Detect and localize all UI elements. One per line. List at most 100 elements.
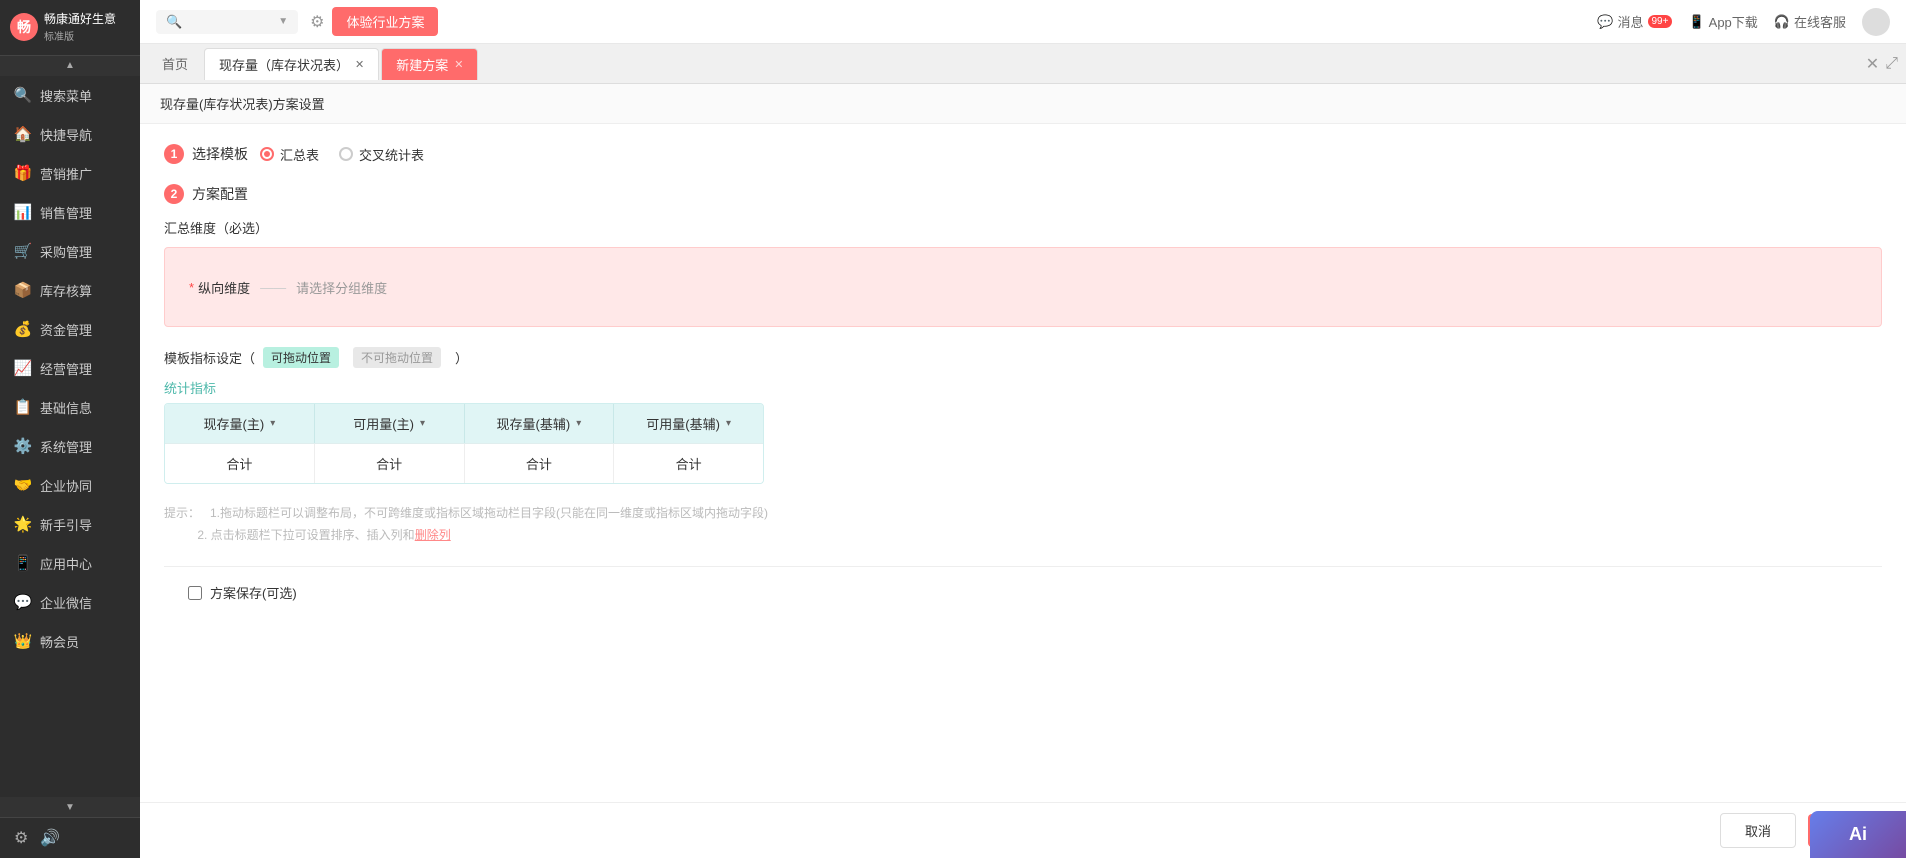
step2-header: 2 方案配置 xyxy=(164,184,1882,204)
header-right-area: 💬 消息 99 📱 App下载 🎧 在线客服 xyxy=(1597,8,1890,36)
tab-new-scheme[interactable]: 新建方案 ✕ xyxy=(381,48,478,80)
step2-section: 2 方案配置 汇总维度（必选） * 纵向维度 —— 请选择分组维度 xyxy=(164,184,1882,546)
chart-icon: 📊 xyxy=(14,203,32,221)
sidebar-item-label: 采购管理 xyxy=(40,242,92,261)
sidebar-item-label: 畅会员 xyxy=(40,632,79,651)
cart-icon: 🛒 xyxy=(14,242,32,260)
sidebar-item-app-center[interactable]: 📱 应用中心 xyxy=(0,544,140,583)
ai-assistant-bubble[interactable]: Ai xyxy=(1810,811,1906,858)
sidebar-item-system[interactable]: ⚙️ 系统管理 xyxy=(0,427,140,466)
radio-cross-circle xyxy=(339,147,353,161)
radio-cross-label: 交叉统计表 xyxy=(359,145,424,164)
sidebar-item-quick-nav[interactable]: 🏠 快捷导航 xyxy=(0,115,140,154)
message-button[interactable]: 💬 消息 99 xyxy=(1597,12,1672,31)
col3-dropdown-icon[interactable]: ▾ xyxy=(726,418,731,429)
step1-header: 1 选择模板 汇总表 交叉统计表 xyxy=(164,144,1882,164)
content-area: 现存量(库存状况表)方案设置 1 选择模板 汇总表 xyxy=(140,84,1906,802)
tab-home[interactable]: 首页 xyxy=(148,48,202,79)
footer-bar: 取消 查询 xyxy=(140,802,1906,858)
sidebar-item-purchase[interactable]: 🛒 采购管理 xyxy=(0,232,140,271)
gift-icon: 🎁 xyxy=(14,164,32,182)
sidebar-item-member[interactable]: 👑 畅会员 xyxy=(0,622,140,661)
sidebar-item-finance[interactable]: 💰 资金管理 xyxy=(0,310,140,349)
template-radio-group: 汇总表 交叉统计表 xyxy=(260,145,424,164)
save-scheme-checkbox[interactable] xyxy=(188,586,202,600)
sidebar-item-wechat[interactable]: 💬 企业微信 xyxy=(0,583,140,622)
tab-inventory-label: 现存量（库存状况表） xyxy=(219,55,349,74)
tab-inventory-close[interactable]: ✕ xyxy=(355,58,364,71)
sidebar-item-inventory[interactable]: 📦 库存核算 xyxy=(0,271,140,310)
sidebar-item-label: 营销推广 xyxy=(40,164,92,183)
sidebar-item-sales[interactable]: 📊 销售管理 xyxy=(0,193,140,232)
search-input[interactable] xyxy=(188,15,268,29)
table-header-col-2[interactable]: 现存量(基辅) ▾ xyxy=(465,404,615,443)
scheme-container: 1 选择模板 汇总表 交叉统计表 xyxy=(140,124,1906,638)
sidebar-item-search[interactable]: 🔍 搜索菜单 xyxy=(0,76,140,115)
trial-industry-button[interactable]: 体验行业方案 xyxy=(332,7,438,36)
money-icon: 💰 xyxy=(14,320,32,338)
handshake-icon: 🤝 xyxy=(14,476,32,494)
dimension-label: 汇总维度（必选） xyxy=(164,218,1882,237)
message-badge: 99 xyxy=(1648,15,1673,28)
clipboard-icon: 📋 xyxy=(14,398,32,416)
sidebar-item-label: 新手引导 xyxy=(40,515,92,534)
sidebar-item-operation[interactable]: 📈 经营管理 xyxy=(0,349,140,388)
sidebar-item-label: 基础信息 xyxy=(40,398,92,417)
settings-gear-icon[interactable]: ⚙ xyxy=(310,12,324,32)
dimension-required-mark: * xyxy=(189,280,194,295)
sidebar-item-label: 库存核算 xyxy=(40,281,92,300)
table-cell-0-1: 合计 xyxy=(315,444,465,483)
sidebar-item-cooperation[interactable]: 🤝 企业协同 xyxy=(0,466,140,505)
indicator-label-end: ） xyxy=(455,348,468,367)
app-download-button[interactable]: 📱 App下载 xyxy=(1688,12,1757,31)
table-header-row: 现存量(主) ▾ 可用量(主) ▾ 现存量(基辅) ▾ xyxy=(165,404,763,443)
mobile-icon: 📱 xyxy=(14,554,32,572)
tips-line-2: 2. 点击标题栏下拉可设置排序、插入列和删除列 xyxy=(164,525,1882,547)
indicator-label-row: 模板指标设定（ 可拖动位置 不可拖动位置 ） xyxy=(164,347,1882,368)
tab-controls: ✕ ⤢ xyxy=(1866,44,1906,84)
tab-expand-button[interactable]: ⤢ xyxy=(1885,55,1898,73)
crown-icon: 👑 xyxy=(14,632,32,650)
tab-new-scheme-close[interactable]: ✕ xyxy=(454,58,463,71)
cancel-button[interactable]: 取消 xyxy=(1720,813,1796,848)
tab-close-all-button[interactable]: ✕ xyxy=(1866,54,1879,74)
tab-inventory-status[interactable]: 现存量（库存状况表） ✕ xyxy=(204,48,379,80)
tips-delete-link[interactable]: 删除列 xyxy=(415,528,451,542)
sidebar-item-basic-info[interactable]: 📋 基础信息 xyxy=(0,388,140,427)
table-header-col-0[interactable]: 现存量(主) ▾ xyxy=(165,404,315,443)
ai-label: Ai xyxy=(1849,824,1867,845)
sidebar-scroll-down[interactable]: ▼ xyxy=(0,797,140,817)
header-search-box[interactable]: 🔍 ▼ xyxy=(156,10,298,34)
search-icon-header: 🔍 xyxy=(166,14,182,30)
col1-dropdown-icon[interactable]: ▾ xyxy=(420,418,425,429)
user-avatar[interactable] xyxy=(1862,8,1890,36)
radio-cross[interactable]: 交叉统计表 xyxy=(339,145,424,164)
dimension-box[interactable]: * 纵向维度 —— 请选择分组维度 xyxy=(164,247,1882,327)
search-dropdown-icon[interactable]: ▼ xyxy=(278,16,288,27)
table-cell-0-3: 合计 xyxy=(614,444,763,483)
online-service-button[interactable]: 🎧 在线客服 xyxy=(1774,12,1846,31)
star-icon: 🌟 xyxy=(14,515,32,533)
sidebar: 畅 畅康通好生意 标准版 ▲ 🔍 搜索菜单 🏠 快捷导航 🎁 营销推广 📊 销售… xyxy=(0,0,140,858)
sidebar-item-label: 企业微信 xyxy=(40,593,92,612)
radio-summary[interactable]: 汇总表 xyxy=(260,145,319,164)
app-download-label: App下载 xyxy=(1709,12,1758,31)
home-icon: 🏠 xyxy=(14,125,32,143)
sidebar-scroll-up[interactable]: ▲ xyxy=(0,56,140,76)
sidebar-item-marketing[interactable]: 🎁 营销推广 xyxy=(0,154,140,193)
col2-dropdown-icon[interactable]: ▾ xyxy=(576,418,581,429)
sidebar-nav: 🔍 搜索菜单 🏠 快捷导航 🎁 营销推广 📊 销售管理 🛒 采购管理 📦 库存核… xyxy=(0,76,140,797)
logo-area: 畅 畅康通好生意 标准版 xyxy=(0,0,140,56)
col0-dropdown-icon[interactable]: ▾ xyxy=(270,418,275,429)
sidebar-item-label: 系统管理 xyxy=(40,437,92,456)
table-header-col-1[interactable]: 可用量(主) ▾ xyxy=(315,404,465,443)
sidebar-item-label: 企业协同 xyxy=(40,476,92,495)
table-cell-0-0: 合计 xyxy=(165,444,315,483)
settings-bottom-icon[interactable]: ⚙ xyxy=(14,828,28,848)
sidebar-item-label: 经营管理 xyxy=(40,359,92,378)
table-body-row-0: 合计 合计 合计 合计 xyxy=(165,443,763,483)
table-header-col-3[interactable]: 可用量(基辅) ▾ xyxy=(614,404,763,443)
sidebar-item-label: 快捷导航 xyxy=(40,125,92,144)
speaker-icon[interactable]: 🔊 xyxy=(40,828,60,848)
sidebar-item-newbie[interactable]: 🌟 新手引导 xyxy=(0,505,140,544)
